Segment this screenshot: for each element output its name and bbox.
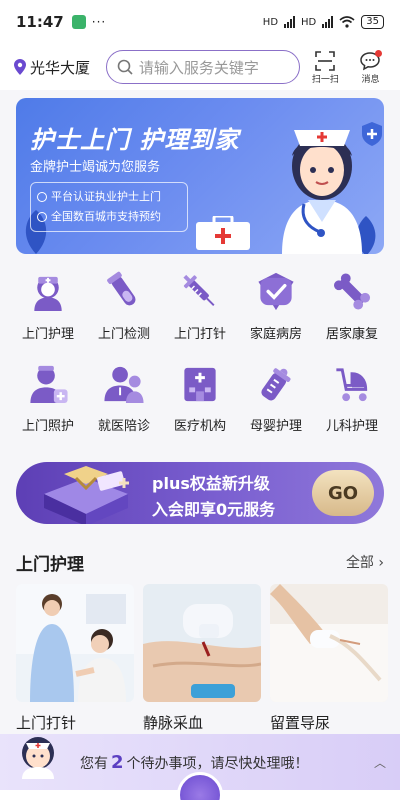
- service-card-image: [16, 584, 134, 702]
- service-card[interactable]: 留置导尿: [270, 584, 388, 733]
- service-item-medical-institution[interactable]: 医疗机构: [162, 354, 238, 434]
- hospital-icon: [184, 367, 216, 402]
- message-button[interactable]: 消息: [351, 49, 390, 85]
- plus-membership-banner[interactable]: plus权益新升级 入会即享0元服务 GO: [16, 462, 384, 524]
- service-item-home-test[interactable]: 上门检测: [86, 262, 162, 342]
- banner-feature: 全国数百城市支持预约: [37, 207, 181, 227]
- nurse-icon: [34, 276, 62, 312]
- wifi-icon: [339, 16, 355, 28]
- banner-title: 护士上门 护理到家: [30, 126, 240, 154]
- hd-label-2: HD: [301, 16, 317, 28]
- location-pin-icon: [14, 59, 26, 75]
- search-input[interactable]: 请输入服务关键字: [105, 50, 300, 84]
- service-label: 上门护理: [21, 327, 74, 342]
- plus-subtitle: 入会即享0元服务: [152, 500, 276, 519]
- service-label: 居家康复: [325, 327, 378, 342]
- banner-features: 平台认证执业护士上门 全国数百城市支持预约: [30, 182, 188, 232]
- signal-icon: [284, 16, 296, 28]
- search-placeholder: 请输入服务关键字: [138, 58, 259, 77]
- stroller-icon: [336, 368, 368, 402]
- service-grid: 上门护理 上门检测 上门打针 家庭病房 居家康复 上门照护 就医陪诊 医疗机构 …: [10, 262, 390, 434]
- service-label: 医疗机构: [173, 419, 226, 434]
- status-time: 11:47: [16, 13, 64, 31]
- scan-button[interactable]: 扫一扫: [306, 50, 345, 85]
- service-label: 上门检测: [97, 327, 150, 342]
- signal-icon-2: [322, 16, 334, 28]
- location-label: 光华大厦: [30, 58, 91, 77]
- service-cards: 上门打针 静脉采血 留置导尿: [16, 584, 400, 733]
- service-item-home-rehab[interactable]: 居家康复: [314, 262, 390, 342]
- message-label: 消息: [361, 74, 380, 85]
- promo-banner[interactable]: 护士上门 护理到家 金牌护士竭诚为您服务 平台认证执业护士上门 全国数百城市支持…: [16, 98, 384, 254]
- caregiver-icon: [30, 365, 68, 404]
- banner-subtitle: 金牌护士竭诚为您服务: [30, 160, 161, 175]
- bone-icon: [333, 273, 371, 310]
- check-icon: [37, 212, 47, 222]
- todo-count: 2: [111, 751, 124, 773]
- service-item-home-care[interactable]: 上门照护: [10, 354, 86, 434]
- service-item-family-ward[interactable]: 家庭病房: [238, 262, 314, 342]
- banner-feature: 平台认证执业护士上门: [37, 187, 181, 207]
- hd-label-1: HD: [262, 16, 279, 28]
- service-card-image: [143, 584, 261, 702]
- service-item-pediatric-care[interactable]: 儿科护理: [314, 354, 390, 434]
- service-label: 家庭病房: [249, 327, 302, 342]
- test-tube-icon: [107, 271, 136, 306]
- service-label: 儿科护理: [325, 419, 378, 434]
- service-item-escort[interactable]: 就医陪诊: [86, 354, 162, 434]
- service-item-home-injection[interactable]: 上门打针: [162, 262, 238, 342]
- message-unread-dot: [375, 49, 382, 57]
- go-button[interactable]: GO: [312, 470, 374, 516]
- service-label: 母婴护理: [249, 419, 302, 434]
- service-card-image: [270, 584, 388, 702]
- service-card-name: 上门打针: [16, 714, 77, 732]
- search-icon: [117, 59, 133, 75]
- collapse-toggle[interactable]: ︿: [374, 754, 386, 771]
- medical-kit-illustration: [196, 216, 250, 250]
- doctor-icon: [104, 366, 144, 404]
- top-header: 光华大厦 请输入服务关键字 扫一扫 消息: [0, 44, 400, 90]
- view-all-link[interactable]: 全部 ›: [346, 552, 384, 572]
- service-item-maternal-care[interactable]: 母婴护理: [238, 354, 314, 434]
- todo-message: 您有 2 个待办事项，请尽快处理哦！: [80, 751, 309, 773]
- shield-cross-icon: [362, 122, 382, 146]
- section-title: 上门护理: [16, 555, 84, 575]
- plus-title: plus权益新升级: [152, 474, 270, 493]
- service-label: 上门照护: [21, 419, 74, 434]
- scan-icon: [315, 50, 336, 71]
- service-card-name: 留置导尿: [270, 714, 331, 732]
- check-icon: [37, 192, 47, 202]
- wechat-notification-icon: [71, 15, 86, 29]
- service-card[interactable]: 上门打针: [16, 584, 134, 733]
- baby-bottle-icon: [261, 368, 291, 401]
- location-selector[interactable]: 光华大厦: [14, 57, 104, 78]
- service-card[interactable]: 静脉采血: [143, 584, 261, 733]
- gift-box-illustration: [44, 466, 129, 524]
- shield-check-icon: [258, 272, 294, 311]
- syringe-icon: [183, 274, 215, 307]
- status-bar: 11:47 ··· HD HD 35: [0, 0, 400, 44]
- battery-indicator: 35: [361, 15, 384, 29]
- service-label: 就医陪诊: [97, 419, 150, 434]
- scan-label: 扫一扫: [311, 74, 339, 85]
- service-label: 上门打针: [173, 327, 226, 342]
- nurse-avatar-icon: [22, 737, 54, 779]
- service-card-name: 静脉采血: [143, 714, 204, 732]
- service-item-home-nursing[interactable]: 上门护理: [10, 262, 86, 342]
- more-notifications-indicator: ···: [91, 15, 107, 29]
